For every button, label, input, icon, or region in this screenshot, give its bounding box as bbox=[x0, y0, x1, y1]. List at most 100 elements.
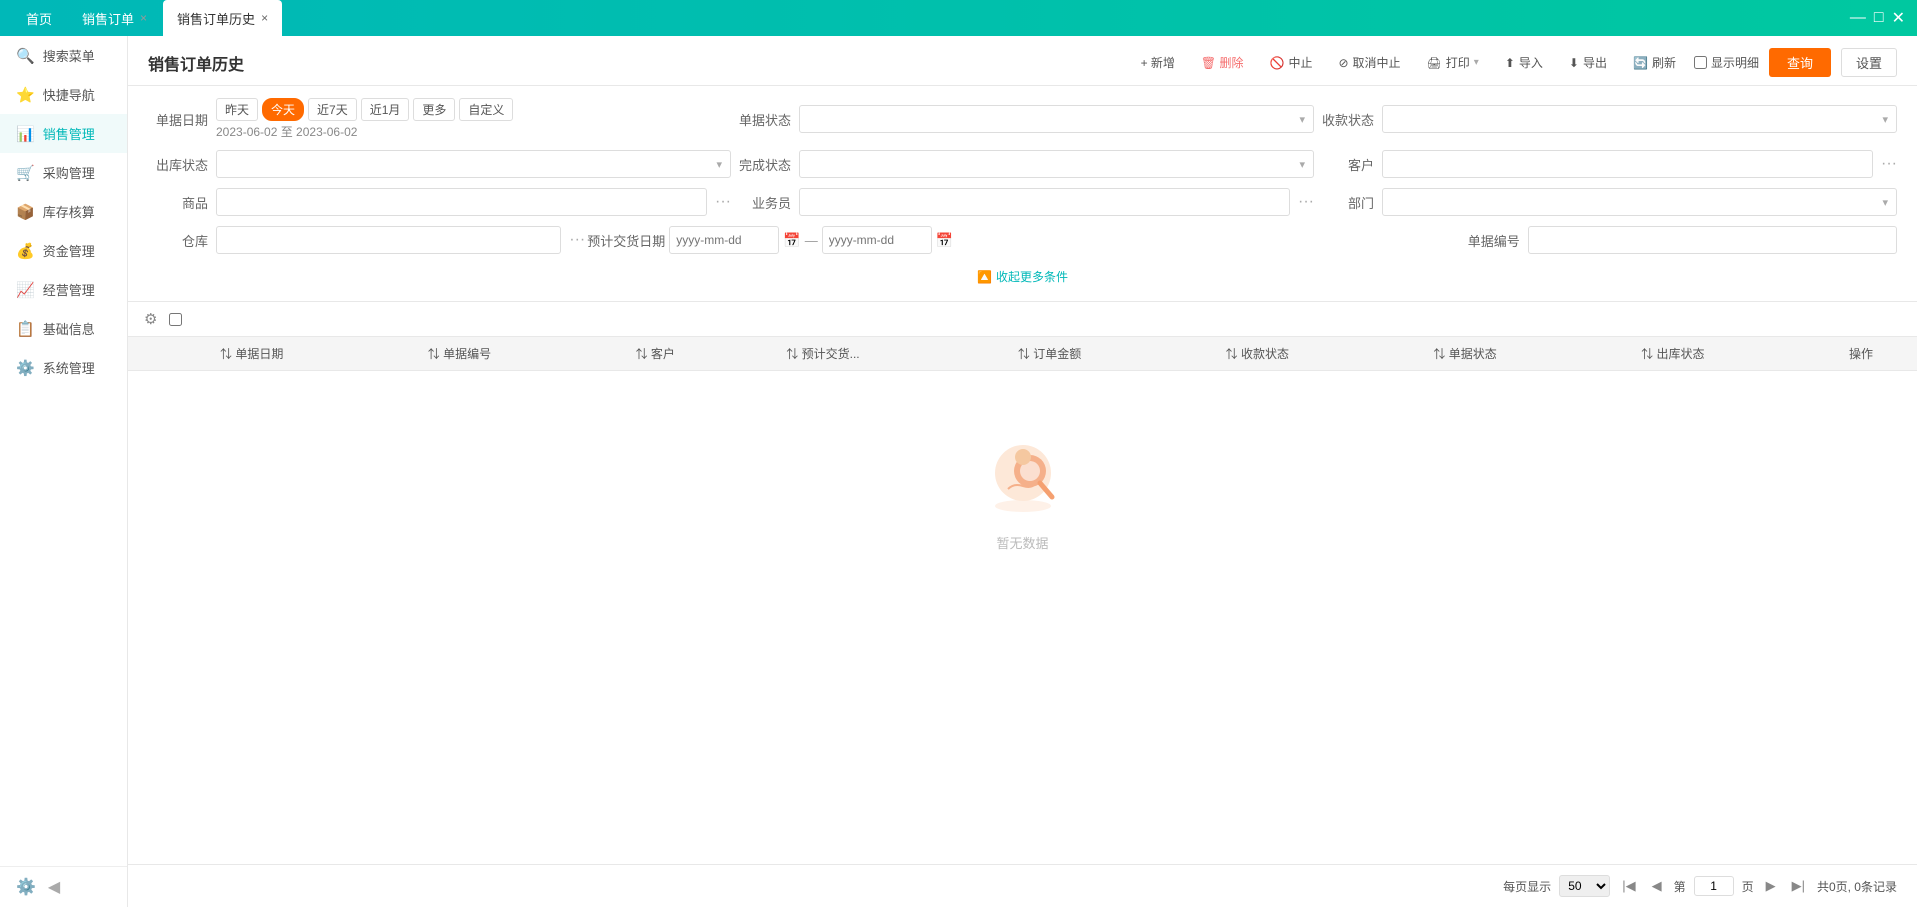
outbound-select[interactable]: ▾ bbox=[216, 150, 731, 178]
col-checkbox bbox=[168, 337, 208, 371]
delivery-from-input[interactable] bbox=[669, 226, 779, 254]
custom-btn[interactable]: 自定义 bbox=[459, 98, 513, 121]
icon-basic-info: 📋 bbox=[16, 320, 35, 338]
last-page-button[interactable]: ▶| bbox=[1788, 876, 1809, 896]
today-btn[interactable]: 今天 bbox=[262, 98, 304, 121]
sidebar-item-sales-mgmt[interactable]: 📊销售管理 bbox=[0, 114, 127, 153]
page-number-input[interactable]: 1 bbox=[1694, 876, 1734, 896]
department-select[interactable]: ▾ bbox=[1382, 188, 1897, 216]
collapse-row: 🔼 收起更多条件 bbox=[148, 264, 1897, 289]
cancel-icon: ⊘ bbox=[1338, 56, 1348, 70]
table-settings-icon[interactable]: ⚙ bbox=[144, 310, 157, 328]
delivery-to-input[interactable] bbox=[822, 226, 932, 254]
product-filter: 商品 ··· bbox=[148, 188, 731, 216]
tab-sales-order-history[interactable]: 销售订单历史 × bbox=[163, 0, 282, 36]
icon-fund-mgmt: 💰 bbox=[16, 242, 35, 260]
setting-button[interactable]: 设置 bbox=[1841, 48, 1897, 77]
payment-dropdown-icon: ▾ bbox=[1882, 113, 1888, 126]
select-all-checkbox[interactable] bbox=[169, 313, 182, 326]
filter-row-3: 商品 ··· 业务员 ··· 部门 ▾ bbox=[148, 188, 1897, 216]
sidebar-label-sales-mgmt: 销售管理 bbox=[43, 124, 95, 143]
col-doc-status[interactable]: ⇅ 单据状态 bbox=[1421, 337, 1629, 371]
col-no[interactable]: ⇅ 单据编号 bbox=[416, 337, 624, 371]
customer-input[interactable] bbox=[1382, 150, 1873, 178]
col-outbound[interactable]: ⇅ 出库状态 bbox=[1629, 337, 1837, 371]
complete-select[interactable]: ▾ bbox=[799, 150, 1314, 178]
product-input[interactable] bbox=[216, 188, 707, 216]
delete-button[interactable]: 🗑 删除 bbox=[1193, 50, 1252, 75]
col-amount[interactable]: ⇅ 订单金额 bbox=[1006, 337, 1214, 371]
col-payment[interactable]: ⇅ 收款状态 bbox=[1214, 337, 1422, 371]
customer-dots-btn[interactable]: ··· bbox=[1881, 155, 1897, 173]
collapse-button[interactable]: 🔼 收起更多条件 bbox=[977, 268, 1068, 285]
salesperson-dots-btn[interactable]: ··· bbox=[1298, 193, 1314, 211]
col-payment-label: 收款状态 bbox=[1241, 347, 1289, 361]
last7-btn[interactable]: 近7天 bbox=[308, 98, 357, 121]
cancel-stop-button[interactable]: ⊘ 取消中止 bbox=[1330, 50, 1408, 75]
import-button[interactable]: ⬆ 导入 bbox=[1497, 50, 1551, 75]
calendar-from-icon[interactable]: 📅 bbox=[783, 232, 800, 249]
delivery-date-label: 预计交货日期 bbox=[585, 231, 665, 250]
first-page-button[interactable]: |◀ bbox=[1618, 876, 1639, 896]
sidebar-item-quick-nav[interactable]: ⭐快捷导航 bbox=[0, 75, 127, 114]
col-customer[interactable]: ⇅ 客户 bbox=[624, 337, 775, 371]
calendar-to-icon[interactable]: 📅 bbox=[936, 232, 953, 249]
payment-select[interactable]: ▾ bbox=[1382, 105, 1897, 133]
filter-area: 单据日期 昨天 今天 近7天 近1月 更多 自定义 2023-06-02 至 2… bbox=[128, 86, 1917, 302]
refresh-button[interactable]: 🔄 刷新 bbox=[1625, 50, 1684, 75]
sidebar-label-search-menu: 搜索菜单 bbox=[43, 46, 95, 65]
department-dropdown-icon: ▾ bbox=[1882, 196, 1888, 209]
stop-button[interactable]: 🚫 中止 bbox=[1262, 50, 1321, 75]
icon-system-mgmt: ⚙️ bbox=[16, 359, 35, 377]
settings-icon[interactable]: ⚙️ bbox=[16, 877, 36, 897]
export-button[interactable]: ⬇ 导出 bbox=[1561, 50, 1615, 75]
next-page-button[interactable]: ▶ bbox=[1762, 876, 1780, 896]
yesterday-btn[interactable]: 昨天 bbox=[216, 98, 258, 121]
sidebar-item-fund-mgmt[interactable]: 💰资金管理 bbox=[0, 231, 127, 270]
salesperson-label: 业务员 bbox=[731, 193, 791, 212]
print-button[interactable]: 🖨 打印 ▾ bbox=[1419, 50, 1487, 75]
last1month-btn[interactable]: 近1月 bbox=[361, 98, 410, 121]
col-date[interactable]: ⇅ 单据日期 bbox=[208, 337, 416, 371]
table-head: ⇅ 单据日期 ⇅ 单据编号 ⇅ 客户 ⇅ 预计交 bbox=[128, 337, 1917, 371]
sidebar-item-basic-info[interactable]: 📋 基础信息 bbox=[0, 309, 127, 348]
status-select[interactable]: ▾ bbox=[799, 105, 1314, 133]
col-outbound-label: 出库状态 bbox=[1657, 347, 1705, 361]
tab-close-sales-order[interactable]: × bbox=[140, 11, 147, 25]
warehouse-input[interactable] bbox=[216, 226, 561, 254]
icon-purchase-mgmt: 🛒 bbox=[16, 164, 35, 182]
product-dots-btn[interactable]: ··· bbox=[715, 193, 731, 211]
col-delivery[interactable]: ⇅ 预计交货... bbox=[774, 337, 1006, 371]
table-toolbar: ⚙ bbox=[128, 302, 1917, 337]
new-button[interactable]: + 新增 bbox=[1133, 50, 1183, 75]
order-no-input[interactable] bbox=[1528, 226, 1897, 254]
date-label: 单据日期 bbox=[148, 110, 208, 129]
prev-page-button[interactable]: ◀ bbox=[1648, 876, 1666, 896]
top-bar: 首页销售订单 ×销售订单历史 × — □ ✕ bbox=[0, 0, 1917, 36]
warehouse-dots-btn[interactable]: ··· bbox=[569, 231, 585, 249]
col-customer-label: 客户 bbox=[651, 347, 675, 361]
maximize-button[interactable]: □ bbox=[1874, 9, 1884, 27]
tab-close-sales-order-history[interactable]: × bbox=[261, 11, 268, 25]
more-btn[interactable]: 更多 bbox=[413, 98, 455, 121]
sidebar-item-inventory-check[interactable]: 📦库存核算 bbox=[0, 192, 127, 231]
sidebar-item-search-menu[interactable]: 🔍搜索菜单 bbox=[0, 36, 127, 75]
sidebar-label-basic-info: 基础信息 bbox=[43, 319, 95, 338]
date-shortcuts: 昨天 今天 近7天 近1月 更多 自定义 bbox=[216, 98, 513, 121]
display-details-input[interactable] bbox=[1694, 56, 1707, 69]
delivery-date-range: 📅 — 📅 bbox=[669, 226, 953, 254]
tab-home[interactable]: 首页 bbox=[12, 0, 66, 36]
page-size-select[interactable]: 50 10 20 100 bbox=[1559, 875, 1610, 897]
minimize-button[interactable]: — bbox=[1850, 9, 1866, 27]
sidebar-item-operations-mgmt[interactable]: 📈经营管理 bbox=[0, 270, 127, 309]
display-details-checkbox[interactable]: 显示明细 bbox=[1694, 54, 1759, 71]
order-no-filter: 单据编号 bbox=[1460, 226, 1897, 254]
query-button[interactable]: 查询 bbox=[1769, 48, 1831, 77]
collapse-sidebar-icon[interactable]: ◀ bbox=[48, 877, 60, 897]
close-window-button[interactable]: ✕ bbox=[1892, 8, 1905, 28]
sidebar-item-system-mgmt[interactable]: ⚙️系统管理 bbox=[0, 348, 127, 387]
empty-text: 暂无数据 bbox=[996, 533, 1048, 552]
sidebar-item-purchase-mgmt[interactable]: 🛒采购管理 bbox=[0, 153, 127, 192]
salesperson-input[interactable] bbox=[799, 188, 1290, 216]
tab-sales-order[interactable]: 销售订单 × bbox=[68, 0, 161, 36]
